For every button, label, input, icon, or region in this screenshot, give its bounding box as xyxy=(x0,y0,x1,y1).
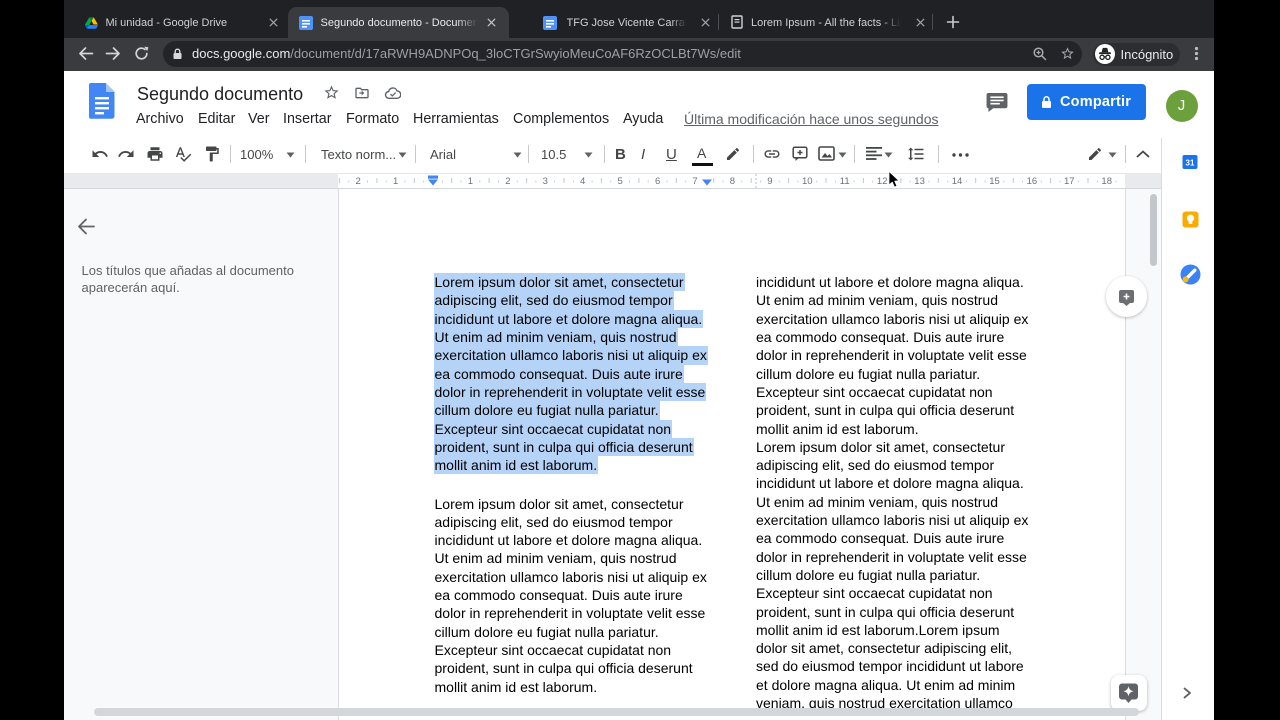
svg-text:2: 2 xyxy=(355,176,360,187)
svg-text:17: 17 xyxy=(1064,176,1075,187)
svg-text:6: 6 xyxy=(655,176,660,187)
svg-text:11: 11 xyxy=(840,176,850,187)
svg-text:1: 1 xyxy=(468,176,473,187)
svg-text:16: 16 xyxy=(1027,176,1038,187)
svg-text:13: 13 xyxy=(914,176,925,187)
svg-text:14: 14 xyxy=(952,176,963,187)
svg-text:3: 3 xyxy=(543,176,548,187)
svg-text:15: 15 xyxy=(989,176,1000,187)
svg-text:4: 4 xyxy=(580,176,585,187)
svg-text:7: 7 xyxy=(692,176,697,187)
svg-text:31: 31 xyxy=(1186,159,1195,168)
svg-text:1: 1 xyxy=(393,176,398,187)
svg-text:2: 2 xyxy=(505,176,510,187)
svg-text:5: 5 xyxy=(617,176,622,187)
svg-text:12: 12 xyxy=(877,176,888,187)
svg-text:18: 18 xyxy=(1101,176,1112,187)
svg-text:10: 10 xyxy=(802,176,813,187)
svg-text:9: 9 xyxy=(767,176,772,187)
svg-text:8: 8 xyxy=(730,176,735,187)
